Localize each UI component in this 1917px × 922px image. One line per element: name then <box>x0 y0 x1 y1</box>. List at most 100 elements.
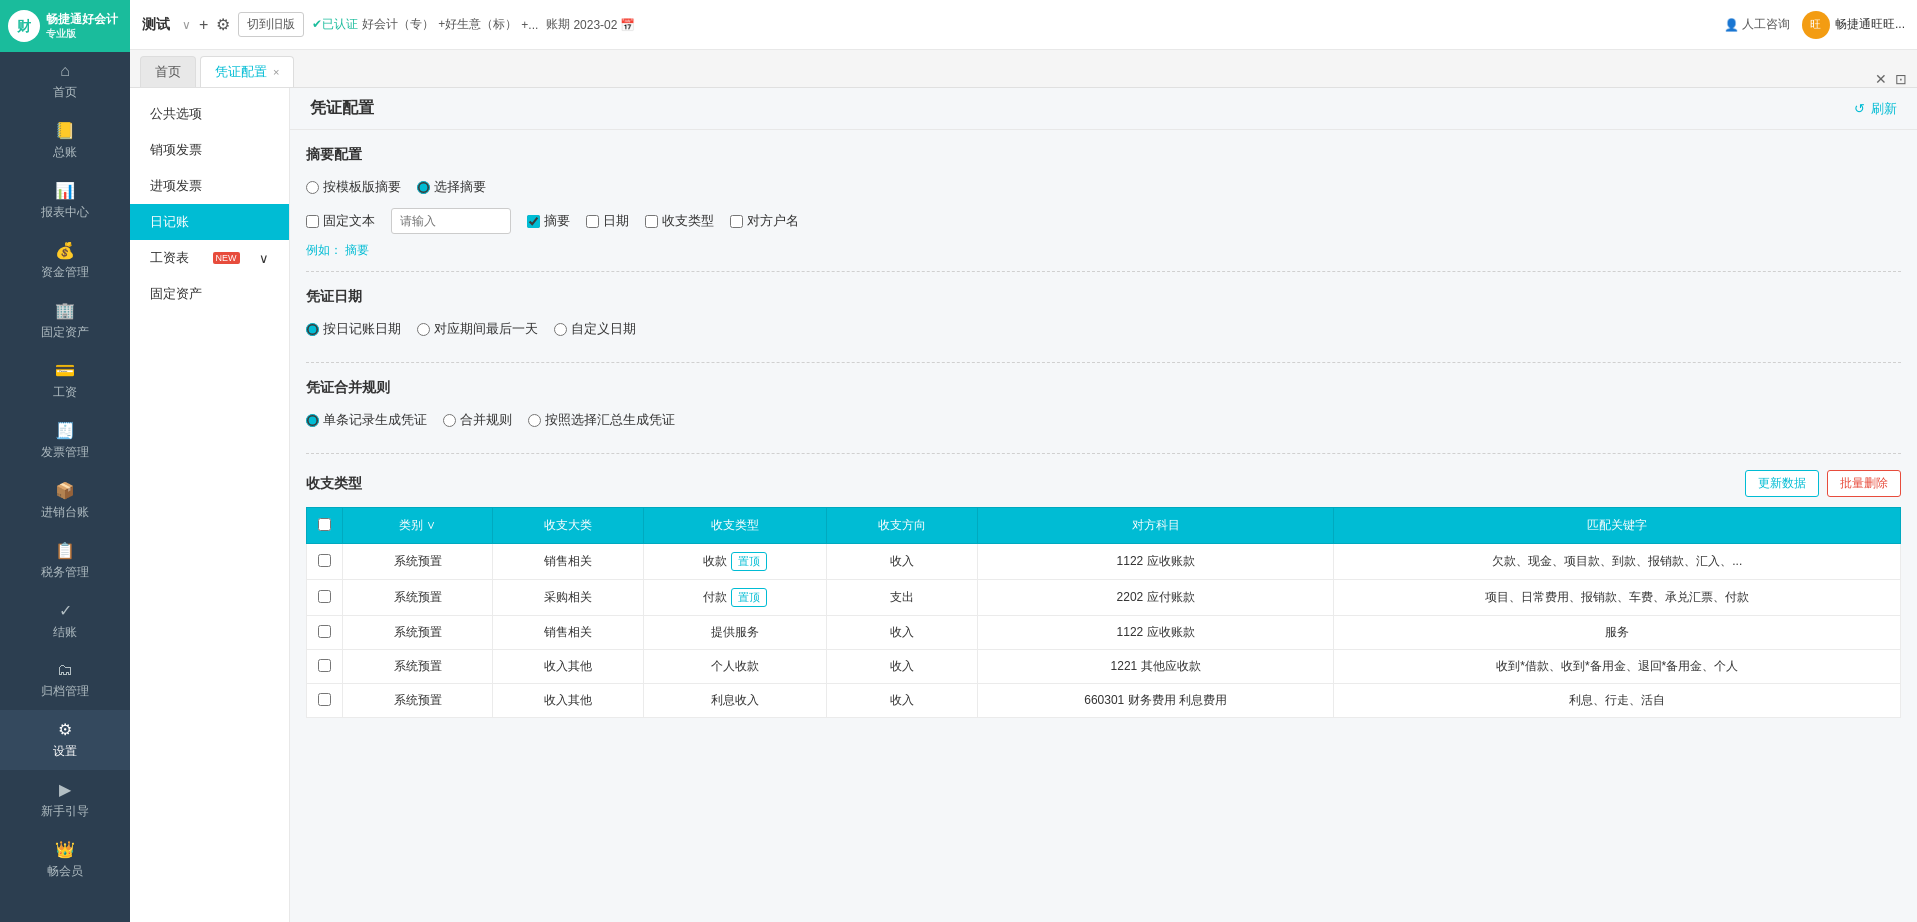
sidebar-item-label: 总账 <box>53 144 77 161</box>
sidebar-item-purchase[interactable]: 📦 进销台账 <box>0 471 130 531</box>
new-badge: NEW <box>213 252 240 264</box>
sidebar-item-home[interactable]: ⌂ 首页 <box>0 52 130 111</box>
badge-zhiding-1[interactable]: 置顶 <box>731 588 767 607</box>
date-radio-journal[interactable]: 按日记账日期 <box>306 320 401 338</box>
calendar-icon[interactable]: 📅 <box>620 18 635 32</box>
th-major-type: 收支大类 <box>493 508 643 544</box>
row-category-0: 系统预置 <box>343 544 493 580</box>
left-panel-item-salary-sheet[interactable]: 工资表NEW∨ <box>130 240 289 276</box>
refresh-icon: ↺ <box>1854 101 1865 116</box>
logo-name: 畅捷通好会计 <box>46 12 118 28</box>
checkbox-fixed-text[interactable]: 固定文本 <box>306 212 375 230</box>
merge-section: 凭证合并规则 单条记录生成凭证 合并规则 按照选择汇总生成凭证 <box>306 363 1901 454</box>
add-icon[interactable]: + <box>199 16 208 34</box>
sidebar-item-assets[interactable]: 🏢 固定资产 <box>0 291 130 351</box>
refresh-button[interactable]: ↺ 刷新 <box>1854 100 1897 118</box>
sidebar: 财 畅捷通好会计 专业版 ⌂ 首页 📒 总账 📊 报表中心 💰 资金管理 🏢 固… <box>0 0 130 922</box>
table-header: 类别 ∨ 收支大类 收支类型 收支方向 对方科目 匹配关键字 <box>307 508 1901 544</box>
sidebar-item-report[interactable]: 📊 报表中心 <box>0 171 130 231</box>
row-major-type-2: 销售相关 <box>493 616 643 650</box>
sidebar-item-ledger[interactable]: 📒 总账 <box>0 111 130 171</box>
sidebar-item-member[interactable]: 👑 畅会员 <box>0 830 130 890</box>
old-version-button[interactable]: 切到旧版 <box>238 12 304 37</box>
badge-zhiding-0[interactable]: 置顶 <box>731 552 767 571</box>
tab-close-voucher-config[interactable]: × <box>273 66 279 78</box>
gear-icon[interactable]: ⚙ <box>216 15 230 34</box>
select-all-checkbox[interactable] <box>318 518 331 531</box>
sidebar-item-funds[interactable]: 💰 资金管理 <box>0 231 130 291</box>
merge-radio-group: 单条记录生成凭证 合并规则 按照选择汇总生成凭证 <box>306 411 1901 429</box>
row-checkbox-2[interactable] <box>307 616 343 650</box>
summary-radio-template[interactable]: 按模板版摘要 <box>306 178 401 196</box>
left-panel-item-purchase-invoice[interactable]: 进项发票 <box>130 168 289 204</box>
row-checkbox-0[interactable] <box>307 544 343 580</box>
sidebar-item-guide[interactable]: ▶ 新手引导 <box>0 770 130 830</box>
topbar-tags: ✔已认证 好会计（专） +好生意（标） +... <box>312 16 538 33</box>
sidebar-item-invoice[interactable]: 🧾 发票管理 <box>0 411 130 471</box>
tabs-bar: 首页凭证配置× ✕ ⊡ <box>130 50 1917 88</box>
sidebar-item-label: 归档管理 <box>41 683 89 700</box>
row-direction-4: 收入 <box>827 684 977 718</box>
checkbox-income-type[interactable]: 收支类型 <box>645 212 714 230</box>
support-button[interactable]: 👤 人工咨询 <box>1724 16 1790 33</box>
salary-icon: 💳 <box>55 361 75 380</box>
sidebar-item-label: 进销台账 <box>41 504 89 521</box>
left-panel-item-public[interactable]: 公共选项 <box>130 96 289 132</box>
left-panel-item-sales-invoice[interactable]: 销项发票 <box>130 132 289 168</box>
row-direction-1: 支出 <box>827 580 977 616</box>
row-account-2: 1122 应收账款 <box>977 616 1334 650</box>
sidebar-item-settings[interactable]: ⚙ 设置 <box>0 710 130 770</box>
batch-delete-button[interactable]: 批量删除 <box>1827 470 1901 497</box>
row-checkbox-3[interactable] <box>307 650 343 684</box>
summary-title: 摘要配置 <box>306 146 1901 164</box>
summary-example: 例如： 摘要 <box>306 242 1901 259</box>
row-checkbox-1[interactable] <box>307 580 343 616</box>
tab-home[interactable]: 首页 <box>140 56 196 87</box>
left-panel-label: 工资表 <box>150 249 189 267</box>
checkbox-date[interactable]: 日期 <box>586 212 629 230</box>
purchase-icon: 📦 <box>55 481 75 500</box>
row-category-4: 系统预置 <box>343 684 493 718</box>
sidebar-item-label: 税务管理 <box>41 564 89 581</box>
merge-radio-merge[interactable]: 合并规则 <box>443 411 512 429</box>
merge-radio-single[interactable]: 单条记录生成凭证 <box>306 411 427 429</box>
sidebar-item-label: 报表中心 <box>41 204 89 221</box>
left-panel-item-journal[interactable]: 日记账 <box>130 204 289 240</box>
row-income-type-3: 个人收款 <box>643 650 827 684</box>
summary-radio-group: 按模板版摘要 选择摘要 <box>306 178 1901 196</box>
merge-radio-summary[interactable]: 按照选择汇总生成凭证 <box>528 411 675 429</box>
date-radio-custom[interactable]: 自定义日期 <box>554 320 636 338</box>
sidebar-item-label: 新手引导 <box>41 803 89 820</box>
row-major-type-1: 采购相关 <box>493 580 643 616</box>
date-radio-period-last[interactable]: 对应期间最后一天 <box>417 320 538 338</box>
table-header-row: 类别 ∨ 收支大类 收支类型 收支方向 对方科目 匹配关键字 <box>307 508 1901 544</box>
company-dropdown-icon[interactable]: ∨ <box>182 18 191 32</box>
row-checkbox-4[interactable] <box>307 684 343 718</box>
left-panel-label: 进项发票 <box>150 178 202 193</box>
funds-icon: 💰 <box>55 241 75 260</box>
window-close-button[interactable]: ✕ <box>1875 71 1887 87</box>
th-category[interactable]: 类别 ∨ <box>343 508 493 544</box>
fixed-text-input[interactable] <box>391 208 511 234</box>
row-keywords-1: 项目、日常费用、报销款、车费、承兑汇票、付款 <box>1334 580 1901 616</box>
update-data-button[interactable]: 更新数据 <box>1745 470 1819 497</box>
checkbox-summary[interactable]: 摘要 <box>527 212 570 230</box>
checkbox-counterpart[interactable]: 对方户名 <box>730 212 799 230</box>
sidebar-item-tax[interactable]: 📋 税务管理 <box>0 531 130 591</box>
sidebar-item-archive[interactable]: 🗂 归档管理 <box>0 651 130 710</box>
tag-more: +... <box>521 18 538 32</box>
row-direction-2: 收入 <box>827 616 977 650</box>
summary-radio-select[interactable]: 选择摘要 <box>417 178 486 196</box>
row-category-1: 系统预置 <box>343 580 493 616</box>
left-panel-item-fixed-assets[interactable]: 固定资产 <box>130 276 289 312</box>
support-icon: 👤 <box>1724 18 1739 32</box>
th-direction: 收支方向 <box>827 508 977 544</box>
sidebar-item-salary[interactable]: 💳 工资 <box>0 351 130 411</box>
tab-voucher-config[interactable]: 凭证配置× <box>200 56 294 87</box>
window-maximize-button[interactable]: ⊡ <box>1895 71 1907 87</box>
th-account: 对方科目 <box>977 508 1334 544</box>
sidebar-item-close[interactable]: ✓ 结账 <box>0 591 130 651</box>
th-keywords: 匹配关键字 <box>1334 508 1901 544</box>
user-profile[interactable]: 旺 畅捷通旺旺... <box>1802 11 1905 39</box>
page-title: 凭证配置 <box>310 98 374 119</box>
